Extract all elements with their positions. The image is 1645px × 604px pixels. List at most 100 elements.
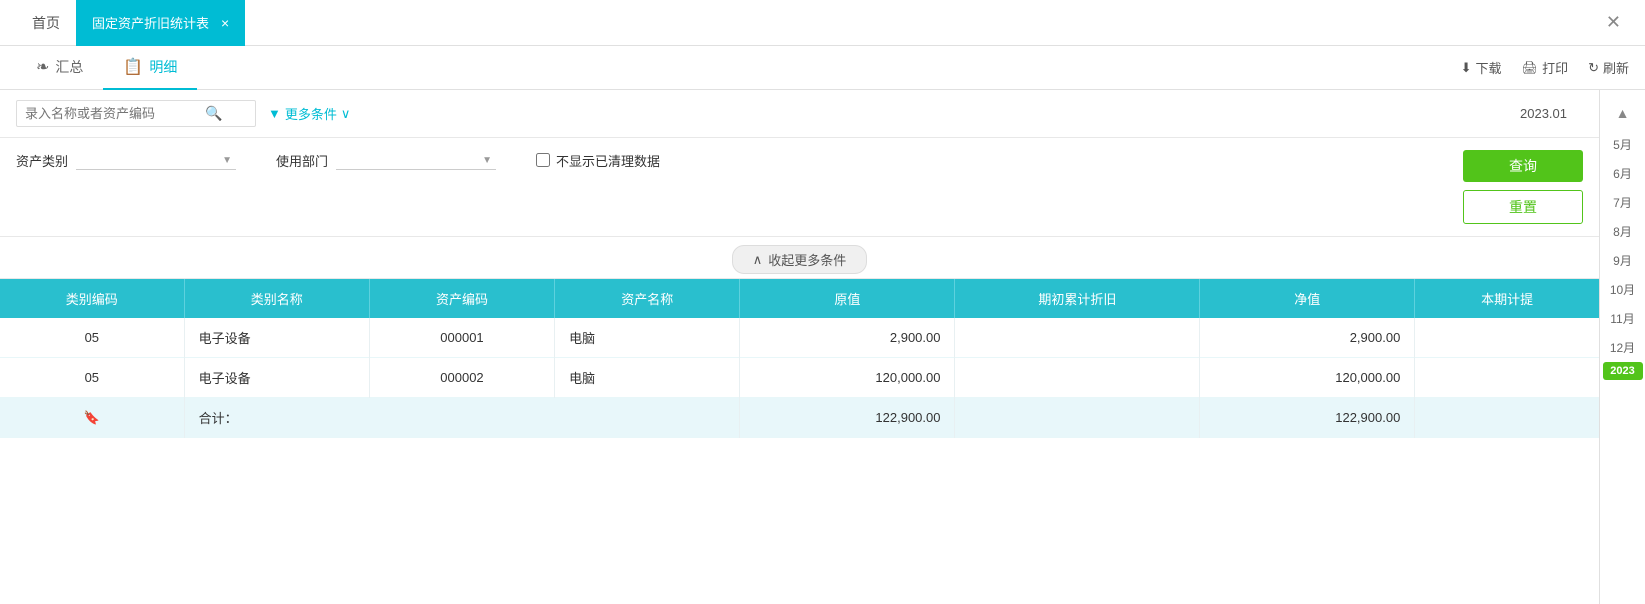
cell-accumulated-depreciation [955, 318, 1200, 358]
search-icon[interactable]: 🔍 [205, 105, 222, 122]
filter-first-row: 资产类别 使用部门 [16, 150, 1583, 236]
th-accumulated-depreciation: 期初累计折旧 [955, 279, 1200, 318]
tab-detail[interactable]: 📋 明细 [103, 46, 197, 90]
asset-category-select[interactable] [76, 150, 236, 170]
month-item[interactable]: 12月 [1603, 333, 1643, 362]
th-asset-code: 资产编码 [369, 279, 554, 318]
data-table: 类别编码 类别名称 资产编码 资产名称 原值 期初累计折旧 净值 本期计提 05… [0, 279, 1599, 438]
th-asset-name: 资产名称 [555, 279, 740, 318]
search-bar: 🔍 ▼ 更多条件 ∨ 2023.01 [0, 90, 1599, 138]
th-net-value: 净值 [1200, 279, 1415, 318]
collapse-icon: ∧ [753, 252, 763, 268]
refresh-label: 刷新 [1603, 58, 1629, 77]
cell-current-depreciation [1415, 318, 1599, 358]
hide-cleared-checkbox[interactable] [536, 153, 550, 167]
cell-net-value: 2,900.00 [1200, 318, 1415, 358]
total-icon-cell: 🔖 [0, 398, 184, 438]
cell-category-name: 电子设备 [184, 358, 369, 398]
right-sidebar: ▲ 5月6月7月8月9月10月11月12月 2023 [1599, 90, 1645, 604]
main-content: 🔍 ▼ 更多条件 ∨ 2023.01 资产类别 [0, 90, 1645, 604]
refresh-icon: ↻ [1588, 60, 1599, 76]
top-nav: 首页 固定资产折旧统计表 × ✕ [0, 0, 1645, 46]
th-category-name: 类别名称 [184, 279, 369, 318]
collapse-label: 收起更多条件 [768, 250, 846, 269]
cell-net-value: 120,000.00 [1200, 358, 1415, 398]
filter-use-department: 使用部门 [276, 150, 496, 170]
asset-category-select-wrap [76, 150, 236, 170]
th-original-value: 原值 [740, 279, 955, 318]
month-item[interactable]: 10月 [1603, 275, 1643, 304]
download-btn[interactable]: ⬇ 下载 [1461, 58, 1502, 77]
total-current-depreciation [1415, 398, 1599, 438]
cell-asset-code: 000001 [369, 318, 554, 358]
total-row: 🔖 合计： 122,900.00 122,900.00 [0, 398, 1599, 438]
sub-tabs: ❧ 汇总 📋 明细 ⬇ 下载 🖨 打印 ↻ 刷新 [0, 46, 1645, 90]
tab-summary[interactable]: ❧ 汇总 [16, 46, 103, 90]
cell-asset-name: 电脑 [555, 318, 740, 358]
nav-home[interactable]: 首页 [16, 13, 76, 33]
download-label: 下载 [1476, 58, 1502, 77]
reset-btn[interactable]: 重置 [1463, 190, 1583, 224]
toolbar-actions: ⬇ 下载 🖨 打印 ↻ 刷新 [1461, 58, 1629, 77]
tab-title: 固定资产折旧统计表 [92, 13, 209, 32]
month-item[interactable]: 8月 [1603, 217, 1643, 246]
collapse-btn[interactable]: ∧ 收起更多条件 [732, 245, 868, 274]
print-icon: 🖨 [1522, 60, 1539, 76]
sidebar-up-btn[interactable]: ▲ [1608, 98, 1638, 128]
month-item[interactable]: 7月 [1603, 188, 1643, 217]
window-close-btn[interactable]: ✕ [1598, 12, 1629, 33]
filter-panel: 资产类别 使用部门 [0, 138, 1599, 237]
month-item[interactable]: 9月 [1603, 246, 1643, 275]
more-conditions-btn[interactable]: ▼ 更多条件 ∨ [268, 104, 350, 123]
table-row[interactable]: 05 电子设备 000002 电脑 120,000.00 120,000.00 [0, 358, 1599, 398]
total-original-value: 122,900.00 [740, 398, 955, 438]
total-accumulated-depreciation [955, 398, 1200, 438]
cell-original-value: 2,900.00 [740, 318, 955, 358]
print-label: 打印 [1542, 58, 1568, 77]
table-wrap: 类别编码 类别名称 资产编码 资产名称 原值 期初累计折旧 净值 本期计提 05… [0, 279, 1599, 604]
period-display: 2023.01 [1520, 106, 1583, 121]
cell-asset-name: 电脑 [555, 358, 740, 398]
refresh-btn[interactable]: ↻ 刷新 [1588, 58, 1629, 77]
filter-asset-category: 资产类别 [16, 150, 236, 170]
detail-icon: 📋 [123, 57, 143, 77]
cell-accumulated-depreciation [955, 358, 1200, 398]
search-input-wrap: 🔍 [16, 100, 256, 127]
chevron-down-icon: ∨ [341, 106, 351, 122]
collapse-bar: ∧ 收起更多条件 [0, 237, 1599, 279]
month-item[interactable]: 11月 [1603, 304, 1643, 333]
cell-current-depreciation [1415, 358, 1599, 398]
hide-cleared-checkbox-wrap: 不显示已清理数据 [536, 151, 660, 170]
download-icon: ⬇ [1461, 60, 1472, 76]
month-item[interactable]: 6月 [1603, 159, 1643, 188]
search-input[interactable] [25, 106, 205, 121]
summary-icon: ❧ [36, 57, 49, 77]
query-btn[interactable]: 查询 [1463, 150, 1583, 182]
table-row[interactable]: 05 电子设备 000001 电脑 2,900.00 2,900.00 [0, 318, 1599, 358]
use-department-select[interactable] [336, 150, 496, 170]
use-department-select-wrap [336, 150, 496, 170]
total-net-value: 122,900.00 [1200, 398, 1415, 438]
content-left: 🔍 ▼ 更多条件 ∨ 2023.01 资产类别 [0, 90, 1599, 604]
table-header-row: 类别编码 类别名称 资产编码 资产名称 原值 期初累计折旧 净值 本期计提 [0, 279, 1599, 318]
cell-original-value: 120,000.00 [740, 358, 955, 398]
print-btn[interactable]: 🖨 打印 [1522, 58, 1569, 77]
month-item[interactable]: 5月 [1603, 130, 1643, 159]
active-tab: 固定资产折旧统计表 × [76, 0, 245, 46]
filter-icon: ▼ [268, 106, 281, 121]
th-current-depreciation: 本期计提 [1415, 279, 1599, 318]
year-badge[interactable]: 2023 [1603, 362, 1643, 380]
total-label-cell: 合计： [184, 398, 740, 438]
tab-close-btn[interactable]: × [221, 15, 229, 31]
use-department-label: 使用部门 [276, 151, 328, 170]
cell-category-name: 电子设备 [184, 318, 369, 358]
cell-asset-code: 000002 [369, 358, 554, 398]
tab-summary-label: 汇总 [55, 57, 83, 77]
asset-category-label: 资产类别 [16, 151, 68, 170]
hide-cleared-label: 不显示已清理数据 [556, 151, 660, 170]
more-conditions-label: 更多条件 [285, 104, 337, 123]
month-list: 5月6月7月8月9月10月11月12月 [1603, 130, 1643, 362]
cell-category-code: 05 [0, 318, 184, 358]
table-body: 05 电子设备 000001 电脑 2,900.00 2,900.00 05 电… [0, 318, 1599, 438]
tab-detail-label: 明细 [149, 57, 177, 77]
